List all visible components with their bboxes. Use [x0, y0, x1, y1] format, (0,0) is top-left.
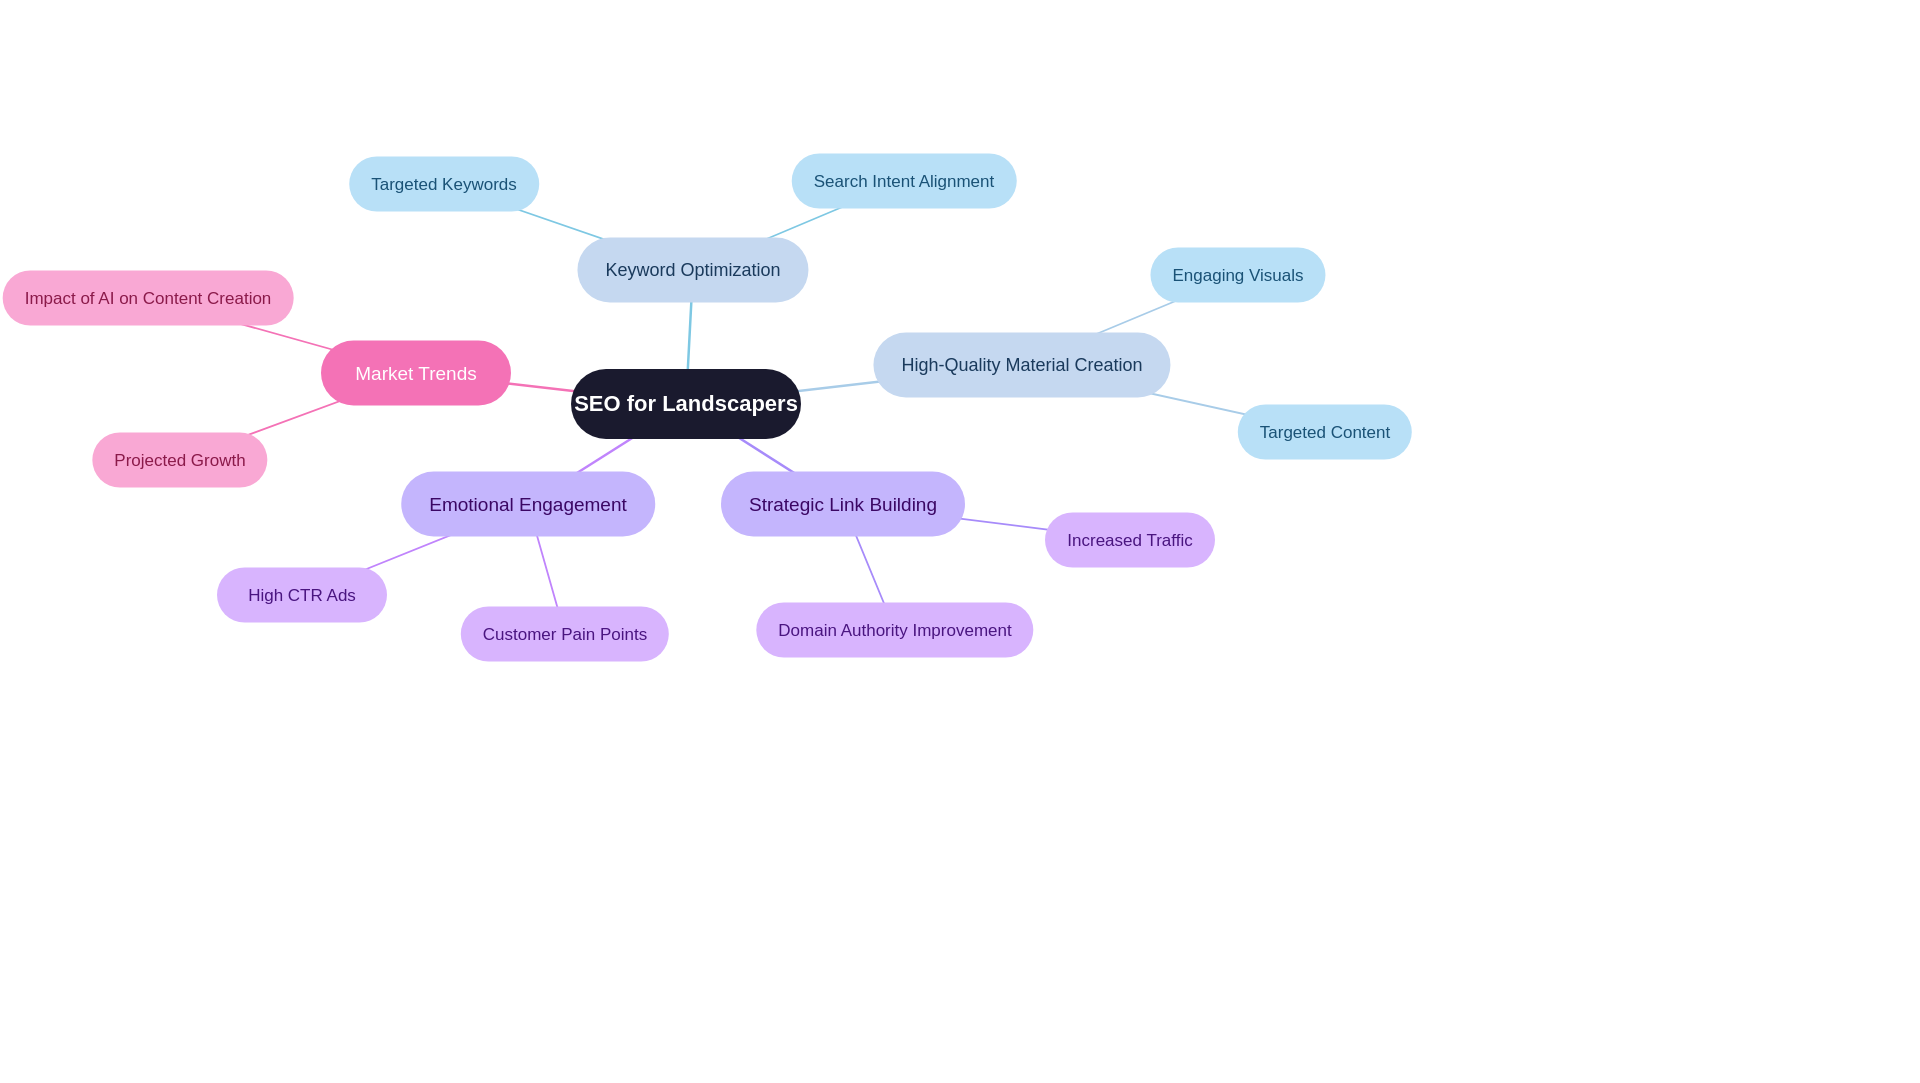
node-market-trends[interactable]: Market Trends [321, 341, 511, 406]
node-emotional-engagement[interactable]: Emotional Engagement [401, 472, 655, 537]
node-increased-traffic[interactable]: Increased Traffic [1045, 513, 1215, 568]
node-search-intent[interactable]: Search Intent Alignment [792, 154, 1017, 209]
node-targeted-content[interactable]: Targeted Content [1238, 405, 1412, 460]
node-projected-growth[interactable]: Projected Growth [92, 433, 267, 488]
node-high-ctr[interactable]: High CTR Ads [217, 568, 387, 623]
node-targeted-keywords[interactable]: Targeted Keywords [349, 157, 539, 212]
node-impact-ai[interactable]: Impact of AI on Content Creation [3, 271, 294, 326]
node-engaging-visuals[interactable]: Engaging Visuals [1150, 248, 1325, 303]
mindmap-container: SEO for Landscapers Keyword Optimization T… [0, 0, 1920, 1083]
node-domain-authority[interactable]: Domain Authority Improvement [756, 603, 1033, 658]
node-customer-pain[interactable]: Customer Pain Points [461, 607, 669, 662]
center-node[interactable]: SEO for Landscapers [571, 369, 801, 439]
node-strategic-link[interactable]: Strategic Link Building [721, 472, 965, 537]
node-keyword-optimization[interactable]: Keyword Optimization [577, 238, 808, 303]
node-high-quality[interactable]: High-Quality Material Creation [873, 333, 1170, 398]
